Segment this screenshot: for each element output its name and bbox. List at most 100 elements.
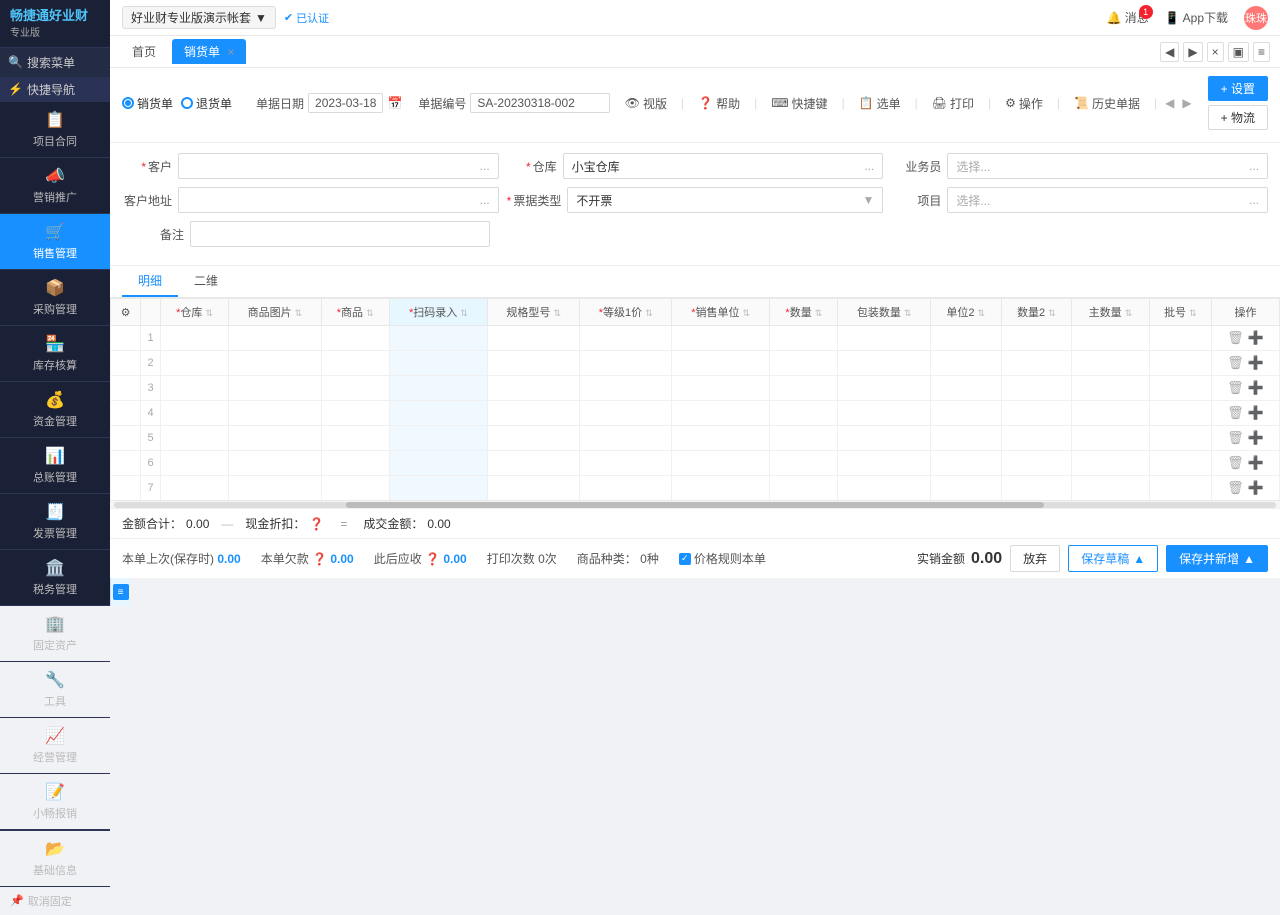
cell-product-img[interactable] — [229, 476, 321, 501]
cell-spec[interactable] — [488, 376, 580, 401]
cell-qty2[interactable] — [1001, 401, 1072, 426]
company-select[interactable]: 好业财专业版演示帐套 ▼ — [122, 6, 276, 29]
th-main-qty[interactable]: 主数量 ⇅ — [1072, 299, 1149, 326]
cell-qty[interactable] — [770, 401, 838, 426]
cell-qty2[interactable] — [1001, 426, 1072, 451]
salesman-input[interactable]: 选择... ... — [947, 153, 1268, 179]
logistics-btn[interactable]: + 物流 — [1208, 105, 1268, 130]
cell-unit2[interactable] — [930, 326, 1001, 351]
message-btn[interactable]: 🔔 消息 1 — [1107, 9, 1149, 26]
remarks-input[interactable] — [190, 221, 490, 247]
view-version-btn[interactable]: 👁 视版 — [619, 93, 673, 114]
cell-product-img[interactable] — [229, 326, 321, 351]
user-profile-btn[interactable]: 珠珠 — [1244, 6, 1268, 30]
cell-price[interactable] — [580, 376, 672, 401]
cell-price[interactable] — [580, 326, 672, 351]
cell-qty[interactable] — [770, 476, 838, 501]
cell-sales-unit[interactable] — [672, 351, 770, 376]
cell-main-qty[interactable] — [1072, 351, 1149, 376]
cell-scan[interactable] — [389, 451, 487, 476]
cell-main-qty[interactable] — [1072, 326, 1149, 351]
cell-unit2[interactable] — [930, 476, 1001, 501]
cell-sales-unit[interactable] — [672, 426, 770, 451]
sidebar-item-invoice[interactable]: 🧾 发票管理 — [0, 494, 110, 550]
cell-price[interactable] — [580, 426, 672, 451]
cell-batch-no[interactable] — [1149, 376, 1211, 401]
radio-sales-order[interactable]: 销货单 — [122, 95, 173, 112]
chevron-right-icon[interactable]: ▶ — [1182, 96, 1191, 110]
th-pkg-qty[interactable]: 包装数量 ⇅ — [838, 299, 930, 326]
cell-scan[interactable] — [389, 351, 487, 376]
cell-product[interactable] — [321, 376, 389, 401]
cell-price[interactable] — [580, 351, 672, 376]
cell-warehouse[interactable] — [161, 401, 229, 426]
delete-row-icon[interactable]: 🗑 — [1227, 405, 1244, 421]
discard-btn[interactable]: 放弃 — [1010, 545, 1060, 572]
sidebar-item-search[interactable]: 🔍 搜索菜单 — [0, 48, 110, 77]
cell-pkg-qty[interactable] — [838, 326, 930, 351]
th-qty[interactable]: *数量 ⇅ — [770, 299, 838, 326]
cell-sales-unit[interactable] — [672, 476, 770, 501]
settings-btn[interactable]: + 设置 — [1208, 76, 1268, 101]
cell-unit2[interactable] — [930, 401, 1001, 426]
cell-pkg-qty[interactable] — [838, 476, 930, 501]
cell-scan[interactable] — [389, 326, 487, 351]
sidebar-item-tools[interactable]: 🔧 工具 — [0, 662, 110, 718]
cell-unit2[interactable] — [930, 351, 1001, 376]
cell-qty[interactable] — [770, 326, 838, 351]
cell-qty[interactable] — [770, 351, 838, 376]
th-product-img[interactable]: 商品图片 ⇅ — [229, 299, 321, 326]
th-price[interactable]: *等级1价 ⇅ — [580, 299, 672, 326]
cell-main-qty[interactable] — [1072, 426, 1149, 451]
cell-pkg-qty[interactable] — [838, 451, 930, 476]
cell-product[interactable] — [321, 351, 389, 376]
project-input[interactable]: 选择... ... — [947, 187, 1268, 213]
cell-product-img[interactable] — [229, 351, 321, 376]
delete-row-icon[interactable]: 🗑 — [1227, 455, 1244, 471]
cell-qty2[interactable] — [1001, 351, 1072, 376]
th-qty2[interactable]: 数量2 ⇅ — [1001, 299, 1072, 326]
sidebar-item-operations[interactable]: 📈 经营管理 — [0, 718, 110, 774]
th-warehouse[interactable]: *仓库 ⇅ — [161, 299, 229, 326]
radio-return-order[interactable]: 退货单 — [181, 95, 232, 112]
cell-sales-unit[interactable] — [672, 376, 770, 401]
select-order-btn[interactable]: 📋 选单 — [853, 93, 907, 114]
cancel-fixed-btn[interactable]: 📌 取消固定 — [0, 887, 110, 915]
add-row-icon[interactable]: ➕ — [1248, 355, 1264, 371]
sidebar-item-assets[interactable]: 🏢 固定资产 — [0, 606, 110, 662]
add-row-icon[interactable]: ➕ — [1248, 330, 1264, 346]
cell-spec[interactable] — [488, 426, 580, 451]
cell-pkg-qty[interactable] — [838, 401, 930, 426]
save-new-btn[interactable]: 保存并新增 ▲ — [1166, 545, 1268, 572]
tab-detail[interactable]: 明细 — [122, 266, 178, 297]
tab-home[interactable]: 首页 — [120, 39, 168, 64]
tab-close-all-btn[interactable]: × — [1207, 42, 1224, 62]
date-value[interactable]: 2023-03-18 — [308, 93, 383, 113]
operation-btn[interactable]: ⚙ 操作 — [999, 93, 1049, 114]
cell-unit2[interactable] — [930, 451, 1001, 476]
cell-warehouse[interactable] — [161, 426, 229, 451]
delete-row-icon[interactable]: 🗑 — [1227, 480, 1244, 496]
cell-scan[interactable] — [389, 476, 487, 501]
customer-input[interactable]: ... — [178, 153, 499, 179]
sidebar-item-capital[interactable]: 💰 资金管理 — [0, 382, 110, 438]
delete-row-icon[interactable]: 🗑 — [1227, 430, 1244, 446]
cell-batch-no[interactable] — [1149, 451, 1211, 476]
cell-product[interactable] — [321, 476, 389, 501]
cell-sales-unit[interactable] — [672, 401, 770, 426]
warehouse-input[interactable]: 小宝仓库 ... — [563, 153, 884, 179]
sidebar-item-quick-nav[interactable]: ⚡ 快捷导航 — [0, 77, 110, 102]
th-product[interactable]: *商品 ⇅ — [321, 299, 389, 326]
calendar-icon[interactable]: 📅 — [387, 96, 402, 110]
cell-main-qty[interactable] — [1072, 451, 1149, 476]
sidebar-item-accounting[interactable]: 📊 总账管理 — [0, 438, 110, 494]
shortcut-btn[interactable]: ⌨ 快捷键 — [765, 93, 833, 114]
delete-row-icon[interactable]: 🗑 — [1227, 330, 1244, 346]
cell-unit2[interactable] — [930, 376, 1001, 401]
delete-row-icon[interactable]: 🗑 — [1227, 380, 1244, 396]
cell-product-img[interactable] — [229, 401, 321, 426]
cell-pkg-qty[interactable] — [838, 426, 930, 451]
tab-view-grid-btn[interactable]: ▣ — [1228, 42, 1249, 62]
th-sales-unit[interactable]: *销售单位 ⇅ — [672, 299, 770, 326]
cell-pkg-qty[interactable] — [838, 376, 930, 401]
